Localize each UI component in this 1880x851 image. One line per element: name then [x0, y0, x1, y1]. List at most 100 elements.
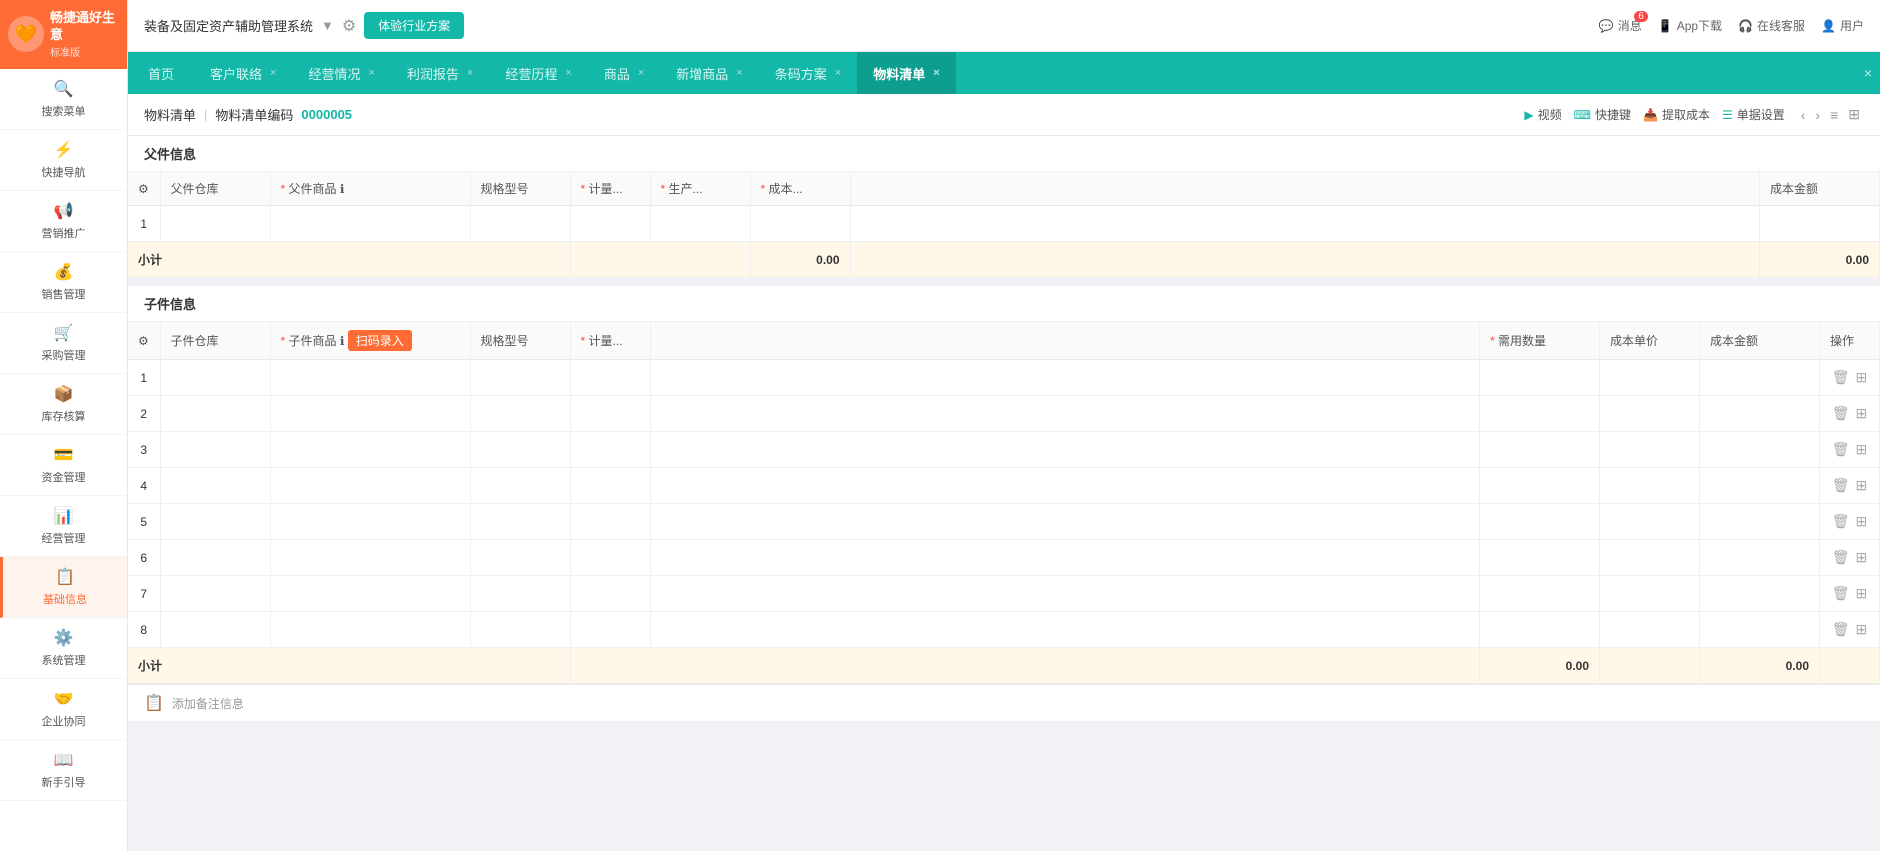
copy-row-btn-7[interactable]: ⊞: [1856, 585, 1868, 602]
sidebar-item-purchase[interactable]: 🛒采购管理: [0, 313, 127, 374]
copy-row-btn-3[interactable]: ⊞: [1856, 441, 1868, 458]
child-qty-cell-7[interactable]: [1480, 576, 1600, 612]
child-unit-cost-cell-6[interactable]: [1600, 540, 1700, 576]
child-qty-cell-3[interactable]: [1480, 432, 1600, 468]
sidebar-item-guide[interactable]: 📖新手引导: [0, 740, 127, 801]
single-setting-btn[interactable]: ☰ 单据设置: [1722, 106, 1785, 123]
close-tab-barcode[interactable]: ×: [835, 67, 841, 79]
copy-row-btn-4[interactable]: ⊞: [1856, 477, 1868, 494]
child-unit-cell-3[interactable]: [570, 432, 650, 468]
child-unit-cost-cell-1[interactable]: [1600, 360, 1700, 396]
close-all-tabs-btn[interactable]: ×: [1856, 65, 1880, 81]
user-btn[interactable]: 👤 用户: [1821, 17, 1864, 34]
sidebar-item-business[interactable]: 📊经营管理: [0, 496, 127, 557]
child-qty-cell-4[interactable]: [1480, 468, 1600, 504]
child-warehouse-cell-2[interactable]: [160, 396, 270, 432]
child-unit-cell-7[interactable]: [570, 576, 650, 612]
child-warehouse-cell-6[interactable]: [160, 540, 270, 576]
child-spec-cell-4[interactable]: [470, 468, 570, 504]
delete-row-btn-6[interactable]: 🗑: [1832, 549, 1850, 566]
sidebar-item-system[interactable]: ⚙️系统管理: [0, 618, 127, 679]
close-tab-customer[interactable]: ×: [270, 67, 276, 79]
delete-row-btn-1[interactable]: 🗑: [1832, 369, 1850, 386]
trial-button[interactable]: 体验行业方案: [364, 12, 464, 39]
child-warehouse-cell-1[interactable]: [160, 360, 270, 396]
copy-row-btn-6[interactable]: ⊞: [1856, 549, 1868, 566]
parent-product-cell[interactable]: [270, 206, 470, 242]
child-spec-cell-2[interactable]: [470, 396, 570, 432]
child-unit-cost-cell-5[interactable]: [1600, 504, 1700, 540]
child-col-settings[interactable]: ⚙: [128, 322, 160, 360]
child-product-cell-8[interactable]: [270, 612, 470, 648]
child-unit-cost-cell-7[interactable]: [1600, 576, 1700, 612]
delete-row-btn-3[interactable]: 🗑: [1832, 441, 1850, 458]
delete-row-btn-5[interactable]: 🗑: [1832, 513, 1850, 530]
sidebar-item-basic[interactable]: 📋基础信息: [0, 557, 127, 618]
child-unit-cell-4[interactable]: [570, 468, 650, 504]
child-warehouse-cell-8[interactable]: [160, 612, 270, 648]
message-btn[interactable]: 💬 消息 6: [1599, 17, 1642, 34]
child-qty-cell-5[interactable]: [1480, 504, 1600, 540]
nav-prev-btn[interactable]: ‹: [1797, 105, 1810, 125]
parent-warehouse-cell[interactable]: [160, 206, 270, 242]
child-qty-cell-6[interactable]: [1480, 540, 1600, 576]
child-product-cell-7[interactable]: [270, 576, 470, 612]
nav-tab-goods[interactable]: 商品×: [588, 52, 660, 94]
nav-tab-history[interactable]: 经营历程×: [489, 52, 587, 94]
scan-btn[interactable]: 扫码录入: [348, 330, 412, 351]
close-tab-newgoods[interactable]: ×: [736, 67, 742, 79]
child-product-cell-2[interactable]: [270, 396, 470, 432]
nav-next-btn[interactable]: ›: [1811, 105, 1824, 125]
close-tab-operations[interactable]: ×: [368, 67, 374, 79]
child-unit-cost-cell-8[interactable]: [1600, 612, 1700, 648]
child-spec-cell-3[interactable]: [470, 432, 570, 468]
note-bar[interactable]: 📋 添加备注信息: [128, 684, 1880, 721]
child-qty-cell-2[interactable]: [1480, 396, 1600, 432]
child-unit-cell-2[interactable]: [570, 396, 650, 432]
delete-row-btn-8[interactable]: 🗑: [1832, 621, 1850, 638]
child-product-cell-1[interactable]: [270, 360, 470, 396]
delete-row-btn-4[interactable]: 🗑: [1832, 477, 1850, 494]
child-unit-cell-1[interactable]: [570, 360, 650, 396]
delete-row-btn-7[interactable]: 🗑: [1832, 585, 1850, 602]
extract-cost-btn[interactable]: 📥 提取成本: [1643, 106, 1710, 123]
sidebar-item-quicknav[interactable]: ⚡快捷导航: [0, 130, 127, 191]
child-unit-cost-cell-3[interactable]: [1600, 432, 1700, 468]
child-spec-cell-6[interactable]: [470, 540, 570, 576]
nav-tab-home[interactable]: 首页: [128, 52, 194, 94]
child-warehouse-cell-5[interactable]: [160, 504, 270, 540]
delete-row-btn-2[interactable]: 🗑: [1832, 405, 1850, 422]
app-download-btn[interactable]: 📱 App下载: [1658, 17, 1722, 34]
copy-row-btn-5[interactable]: ⊞: [1856, 513, 1868, 530]
child-qty-cell-8[interactable]: [1480, 612, 1600, 648]
parent-prod-cell[interactable]: [650, 206, 750, 242]
parent-col-settings[interactable]: ⚙: [128, 172, 160, 206]
shortcut-btn[interactable]: ⌨ 快捷键: [1574, 106, 1631, 123]
child-qty-cell-1[interactable]: [1480, 360, 1600, 396]
close-tab-profit[interactable]: ×: [467, 67, 473, 79]
nav-expand-btn[interactable]: ⊞: [1844, 104, 1864, 125]
online-service-btn[interactable]: 🎧 在线客服: [1738, 17, 1805, 34]
parent-spec-cell[interactable]: [470, 206, 570, 242]
child-product-cell-4[interactable]: [270, 468, 470, 504]
sidebar-item-marketing[interactable]: 📢营销推广: [0, 191, 127, 252]
copy-row-btn-2[interactable]: ⊞: [1856, 405, 1868, 422]
child-product-cell-3[interactable]: [270, 432, 470, 468]
child-unit-cell-6[interactable]: [570, 540, 650, 576]
child-unit-cost-cell-4[interactable]: [1600, 468, 1700, 504]
child-unit-cell-8[interactable]: [570, 612, 650, 648]
nav-tab-operations[interactable]: 经营情况×: [292, 52, 390, 94]
child-warehouse-cell-3[interactable]: [160, 432, 270, 468]
nav-tab-newgoods[interactable]: 新增商品×: [660, 52, 758, 94]
sidebar-item-inventory[interactable]: 📦库存核算: [0, 374, 127, 435]
child-spec-cell-7[interactable]: [470, 576, 570, 612]
nav-tab-bom[interactable]: 物料清单×: [857, 52, 955, 94]
nav-tab-barcode[interactable]: 条码方案×: [759, 52, 857, 94]
copy-row-btn-8[interactable]: ⊞: [1856, 621, 1868, 638]
settings-icon[interactable]: ⚙: [342, 16, 356, 36]
child-warehouse-cell-4[interactable]: [160, 468, 270, 504]
dropdown-icon[interactable]: ▼: [321, 18, 334, 33]
child-product-cell-6[interactable]: [270, 540, 470, 576]
sidebar-item-cooperation[interactable]: 🤝企业协同: [0, 679, 127, 740]
copy-row-btn-1[interactable]: ⊞: [1856, 369, 1868, 386]
